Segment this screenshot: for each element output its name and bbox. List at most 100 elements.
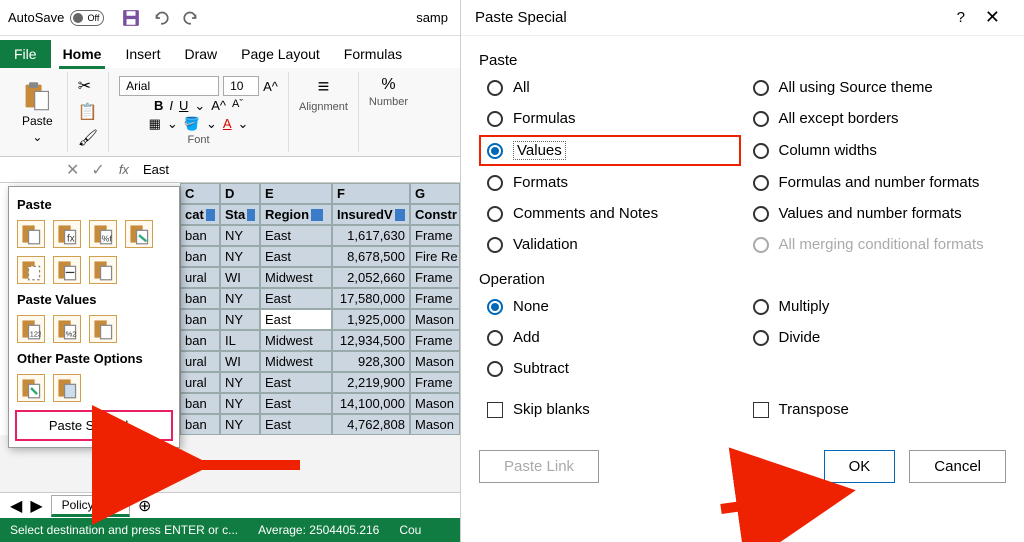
sheet-tabs: ◀ ▶ PolicyData ⊕ [0, 492, 460, 518]
table-row[interactable]: uralWIMidwest2,052,660Frame [180, 267, 460, 288]
fill-color-icon[interactable]: 🪣 [184, 116, 200, 132]
paste-formatting-icon[interactable] [17, 374, 45, 402]
borders-icon[interactable]: ▦ [149, 116, 161, 132]
radio-add[interactable]: Add [487, 329, 733, 346]
table-row[interactable]: uralWIMidwest928,300Mason [180, 351, 460, 372]
svg-text:fx: fx [67, 233, 75, 244]
tab-insert[interactable]: Insert [113, 40, 172, 68]
filter-icon[interactable] [206, 209, 215, 221]
paste-link-button: Paste Link [479, 450, 599, 483]
tab-file[interactable]: File [0, 40, 51, 68]
filter-icon[interactable] [311, 209, 323, 221]
table-row[interactable]: banILMidwest12,934,500Frame [180, 330, 460, 351]
number-format-icon[interactable]: % [381, 76, 395, 94]
paste-dropdown: Paste fx %f Paste Values 123 %23 Other P… [8, 186, 180, 448]
ribbon-tabs: File Home Insert Draw Page Layout Formul… [0, 36, 460, 68]
radio-all-except-borders[interactable]: All except borders [753, 110, 999, 127]
paste-special-menuitem[interactable]: Paste Special... [15, 410, 173, 441]
radio-comments[interactable]: Comments and Notes [487, 205, 733, 222]
operation-group-label: Operation [479, 271, 1006, 288]
paste-col-width-icon[interactable] [53, 256, 81, 284]
formula-input[interactable]: East [137, 162, 460, 177]
radio-formulas[interactable]: Formulas [487, 110, 733, 127]
copy-icon[interactable]: 📋 [78, 102, 98, 122]
radio-all-theme[interactable]: All using Source theme [753, 79, 999, 96]
tab-draw[interactable]: Draw [172, 40, 229, 68]
autosave-toggle[interactable]: Off [70, 10, 104, 26]
excel-window: AutoSave Off samp File Home Insert Draw … [0, 0, 460, 542]
radio-multiply[interactable]: Multiply [753, 298, 999, 315]
table-row[interactable]: banNYEast4,762,808Mason [180, 414, 460, 435]
paste-icon[interactable] [17, 220, 45, 248]
radio-subtract[interactable]: Subtract [487, 360, 733, 377]
tab-home[interactable]: Home [51, 40, 114, 68]
redo-icon[interactable] [182, 9, 200, 27]
paste-special-dialog: Paste Special ? ✕ Paste All All using So… [460, 0, 1024, 542]
svg-text:%23: %23 [66, 329, 77, 338]
table-row[interactable]: banNYEast14,100,000Mason [180, 393, 460, 414]
italic-button[interactable]: I [169, 98, 173, 114]
close-icon[interactable]: ✕ [975, 7, 1010, 28]
paste-formulas-icon[interactable]: fx [53, 220, 81, 248]
paste-values-numbers-icon[interactable]: %23 [53, 315, 81, 343]
sheet-tab[interactable]: PolicyData [51, 495, 130, 517]
formula-bar: ✕ ✓ fx East [0, 157, 460, 183]
paste-link-picture-icon[interactable] [53, 374, 81, 402]
tab-formulas[interactable]: Formulas [332, 40, 414, 68]
radio-none[interactable]: None [487, 298, 733, 315]
font-grow-icon[interactable]: A^ [263, 79, 278, 94]
prev-sheet-icon[interactable]: ◀ [10, 496, 22, 516]
ribbon: Paste ⌄ ✂ 📋 🖌 A^ B I U ⌄ A^ Aˇ [0, 68, 460, 157]
format-painter-icon[interactable]: 🖌 [78, 128, 98, 148]
title-bar: AutoSave Off samp [0, 0, 460, 36]
tab-page-layout[interactable]: Page Layout [229, 40, 332, 68]
undo-icon[interactable] [152, 9, 170, 27]
next-sheet-icon[interactable]: ▶ [30, 496, 42, 516]
paste-no-borders-icon[interactable] [17, 256, 45, 284]
font-color-icon[interactable]: A [223, 116, 232, 132]
check-transpose[interactable]: Transpose [753, 401, 999, 418]
radio-formats[interactable]: Formats [487, 174, 733, 191]
paste-button[interactable]: Paste ⌄ [18, 76, 57, 148]
cancel-button[interactable]: Cancel [909, 450, 1006, 483]
paste-formulas-numbers-icon[interactable]: %f [89, 220, 117, 248]
underline-button[interactable]: U [179, 98, 188, 114]
table-row[interactable]: banNYEast1,925,000Mason [180, 309, 460, 330]
dialog-title: Paste Special [475, 9, 567, 26]
radio-formulas-num[interactable]: Formulas and number formats [753, 174, 999, 191]
radio-all[interactable]: All [487, 79, 733, 96]
paste-keep-format-icon[interactable] [125, 220, 153, 248]
cut-icon[interactable]: ✂ [78, 76, 98, 96]
radio-divide[interactable]: Divide [753, 329, 999, 346]
radio-values-num[interactable]: Values and number formats [753, 205, 999, 222]
radio-values[interactable]: Values [479, 135, 741, 166]
radio-validation[interactable]: Validation [487, 236, 733, 253]
confirm-edit-icon[interactable]: ✓ [85, 160, 110, 180]
ok-button[interactable]: OK [824, 450, 896, 483]
alignment-icon[interactable]: ≡ [318, 76, 330, 99]
status-bar: Select destination and press ENTER or c.… [0, 518, 460, 542]
cancel-edit-icon[interactable]: ✕ [60, 160, 85, 180]
filter-icon[interactable] [247, 209, 255, 221]
table-row[interactable]: banNYEast17,580,000Frame [180, 288, 460, 309]
chevron-down-icon: ⌄ [32, 130, 42, 144]
check-skip-blanks[interactable]: Skip blanks [487, 401, 733, 418]
filter-icon[interactable] [395, 209, 405, 221]
table-row[interactable]: banNYEast1,617,630Frame [180, 225, 460, 246]
help-icon[interactable]: ? [947, 9, 975, 26]
paste-values-format-icon[interactable] [89, 315, 117, 343]
filename: samp [416, 10, 452, 25]
table-row[interactable]: banNYEast8,678,500Fire Re [180, 246, 460, 267]
fx-icon[interactable]: fx [111, 162, 137, 177]
font-size-select[interactable] [223, 76, 259, 96]
bold-button[interactable]: B [154, 98, 163, 114]
save-icon[interactable] [122, 9, 140, 27]
radio-col-widths[interactable]: Column widths [753, 141, 999, 160]
table-row[interactable]: uralNYEast2,219,900Frame [180, 372, 460, 393]
font-name-select[interactable] [119, 76, 219, 96]
autosave-control[interactable]: AutoSave Off [8, 10, 104, 26]
paste-transpose-icon[interactable] [89, 256, 117, 284]
paste-values-icon[interactable]: 123 [17, 315, 45, 343]
paste-group-label: Paste [479, 52, 1006, 69]
add-sheet-icon[interactable]: ⊕ [138, 496, 151, 516]
